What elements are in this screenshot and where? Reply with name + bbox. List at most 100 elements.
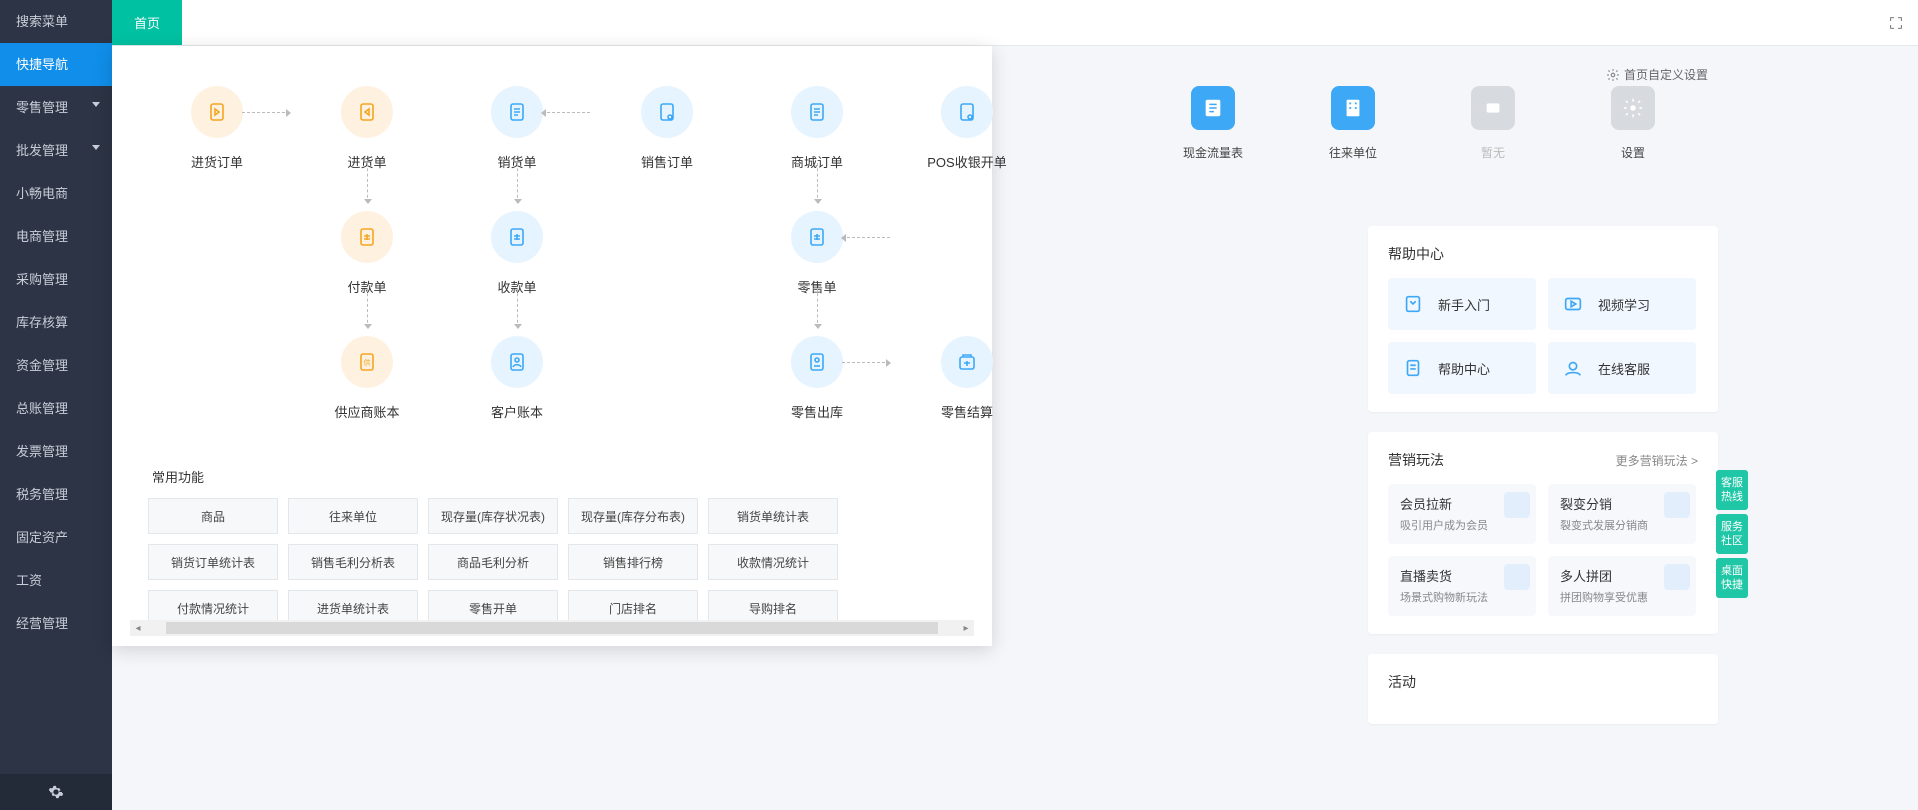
common-functions-title: 常用功能 (152, 467, 962, 486)
scroll-right-icon[interactable]: ▸ (958, 623, 974, 634)
sidebar-item-funds[interactable]: 资金管理 (0, 344, 112, 387)
sidebar-item-inventory[interactable]: 库存核算 (0, 301, 112, 344)
common-btn[interactable]: 销售毛利分析表 (288, 544, 418, 580)
scroll-left-icon[interactable]: ◂ (130, 623, 146, 634)
common-btn[interactable]: 销货单统计表 (708, 498, 838, 534)
flow-retail-out[interactable]: 零售出库 (742, 336, 892, 461)
sidebar-label: 工资 (16, 573, 42, 588)
title-text: 营销玩法 (1388, 450, 1444, 470)
common-btn[interactable]: 商品毛利分析 (428, 544, 558, 580)
right-column: 帮助中心 新手入门 视频学习 帮助中心 在线客服 营销玩法 更多营销玩法 > 会… (1368, 226, 1718, 744)
common-btn[interactable]: 收款情况统计 (708, 544, 838, 580)
shortcut-cashflow[interactable]: 现金流量表 (1178, 86, 1248, 216)
sidebar-item-ledger[interactable]: 总账管理 (0, 387, 112, 430)
shortcut-contacts[interactable]: 往来单位 (1318, 86, 1388, 216)
sidebar-label: 资金管理 (16, 358, 68, 373)
book-icon (1402, 293, 1424, 315)
help-docs[interactable]: 帮助中心 (1388, 342, 1536, 394)
promo-sub: 拼团购物享受优惠 (1560, 589, 1684, 605)
sidebar-item-wholesale[interactable]: 批发管理 (0, 129, 112, 172)
arrow-icon (842, 362, 890, 363)
promo-group[interactable]: 多人拼团拼团购物享受优惠 (1548, 556, 1696, 616)
sidebar-label: 库存核算 (16, 315, 68, 330)
float-desktop[interactable]: 桌面快捷 (1716, 558, 1748, 598)
promo-sub: 裂变式发展分销商 (1560, 517, 1684, 533)
title-text: 帮助中心 (1388, 244, 1444, 264)
list-icon (805, 100, 829, 124)
supplier-icon: 供 (355, 350, 379, 374)
common-btn[interactable]: 商品 (148, 498, 278, 534)
common-btn[interactable]: 现存量(库存分布表) (568, 498, 698, 534)
sidebar-label: 采购管理 (16, 272, 68, 287)
help-support[interactable]: 在线客服 (1548, 342, 1696, 394)
sidebar-item-purchase[interactable]: 采购管理 (0, 258, 112, 301)
sidebar-item-invoice[interactable]: 发票管理 (0, 430, 112, 473)
sidebar-item-retail[interactable]: 零售管理 (0, 86, 112, 129)
arrow-icon (242, 112, 290, 113)
scroll-thumb[interactable] (166, 622, 938, 634)
promo-live[interactable]: 直播卖货场景式购物新玩法 (1388, 556, 1536, 616)
arrow-icon (517, 288, 518, 328)
help-label: 新手入门 (1438, 295, 1490, 314)
sidebar-item-xiaochang[interactable]: 小畅电商 (0, 172, 112, 215)
tab-home[interactable]: 首页 (112, 0, 182, 45)
promo-member[interactable]: 会员拉新吸引用户成为会员 (1388, 484, 1536, 544)
horizontal-scrollbar[interactable]: ◂ ▸ (130, 620, 974, 636)
topbar-actions (1888, 0, 1918, 45)
promo-fission[interactable]: 裂变分销裂变式发展分销商 (1548, 484, 1696, 544)
sidebar-label: 经营管理 (16, 616, 68, 631)
help-label: 视频学习 (1598, 295, 1650, 314)
shortcut-label: 设置 (1621, 144, 1645, 161)
help-center-card: 帮助中心 新手入门 视频学习 帮助中心 在线客服 (1368, 226, 1718, 412)
arrow-icon (517, 163, 518, 203)
flow-pos-bill[interactable]: POS收银开单 (892, 86, 1042, 211)
flow-sales-order[interactable]: 销售订单 (592, 86, 742, 211)
flow-label: 供应商账本 (334, 402, 399, 421)
gear-icon (48, 784, 64, 800)
common-btn[interactable]: 现存量(库存状况表) (428, 498, 558, 534)
sidebar-item-tax[interactable]: 税务管理 (0, 473, 112, 516)
marketing-more-link[interactable]: 更多营销玩法 > (1616, 452, 1698, 469)
flow-retail-settle[interactable]: 零售结算 (892, 336, 1042, 461)
help-newbie[interactable]: 新手入门 (1388, 278, 1536, 330)
help-label: 帮助中心 (1438, 359, 1490, 378)
sidebar: 搜索菜单 快捷导航 零售管理 批发管理 小畅电商 电商管理 采购管理 库存核算 … (0, 0, 112, 810)
flow-supplier-ledger[interactable]: 供供应商账本 (292, 336, 442, 461)
sidebar-label: 小畅电商 (16, 186, 68, 201)
promo-title: 裂变分销 (1560, 494, 1684, 513)
floating-buttons: 客服热线 服务社区 桌面快捷 (1716, 470, 1748, 598)
sidebar-settings-button[interactable] (0, 774, 112, 810)
arrow-icon (817, 288, 818, 328)
sidebar-item-salary[interactable]: 工资 (0, 559, 112, 602)
link-label: 首页自定义设置 (1624, 66, 1708, 83)
sidebar-item-quicknav[interactable]: 快捷导航 (0, 43, 112, 86)
headset-icon (1562, 357, 1584, 379)
arrow-icon (817, 163, 818, 203)
fullscreen-icon[interactable] (1888, 15, 1904, 31)
flow-customer-ledger[interactable]: 客户账本 (442, 336, 592, 461)
shortcut-label: 暂无 (1481, 144, 1505, 161)
gear-icon (1606, 68, 1620, 82)
sidebar-item-ecommerce[interactable]: 电商管理 (0, 215, 112, 258)
marketing-card: 营销玩法 更多营销玩法 > 会员拉新吸引用户成为会员 裂变分销裂变式发展分销商 … (1368, 432, 1718, 634)
common-btn[interactable]: 往来单位 (288, 498, 418, 534)
float-community[interactable]: 服务社区 (1716, 514, 1748, 554)
float-hotline[interactable]: 客服热线 (1716, 470, 1748, 510)
svg-text:供: 供 (364, 358, 371, 367)
sidebar-item-assets[interactable]: 固定资产 (0, 516, 112, 559)
money-icon (355, 225, 379, 249)
dashboard-settings-link[interactable]: 首页自定义设置 (1606, 66, 1708, 83)
common-btn[interactable]: 销货订单统计表 (148, 544, 278, 580)
flow-purchase-order[interactable]: 进货订单 (142, 86, 292, 211)
money-icon (505, 225, 529, 249)
flow-label: 进货订单 (191, 152, 243, 171)
help-video[interactable]: 视频学习 (1548, 278, 1696, 330)
shortcut-empty[interactable]: 暂无 (1458, 86, 1528, 216)
common-btn[interactable]: 销售排行榜 (568, 544, 698, 580)
sidebar-label: 零售管理 (16, 100, 68, 115)
promo-sub: 吸引用户成为会员 (1400, 517, 1524, 533)
sidebar-item-search[interactable]: 搜索菜单 (0, 0, 112, 43)
arrow-icon (367, 288, 368, 328)
shortcut-settings[interactable]: 设置 (1598, 86, 1668, 216)
sidebar-item-business[interactable]: 经营管理 (0, 602, 112, 645)
